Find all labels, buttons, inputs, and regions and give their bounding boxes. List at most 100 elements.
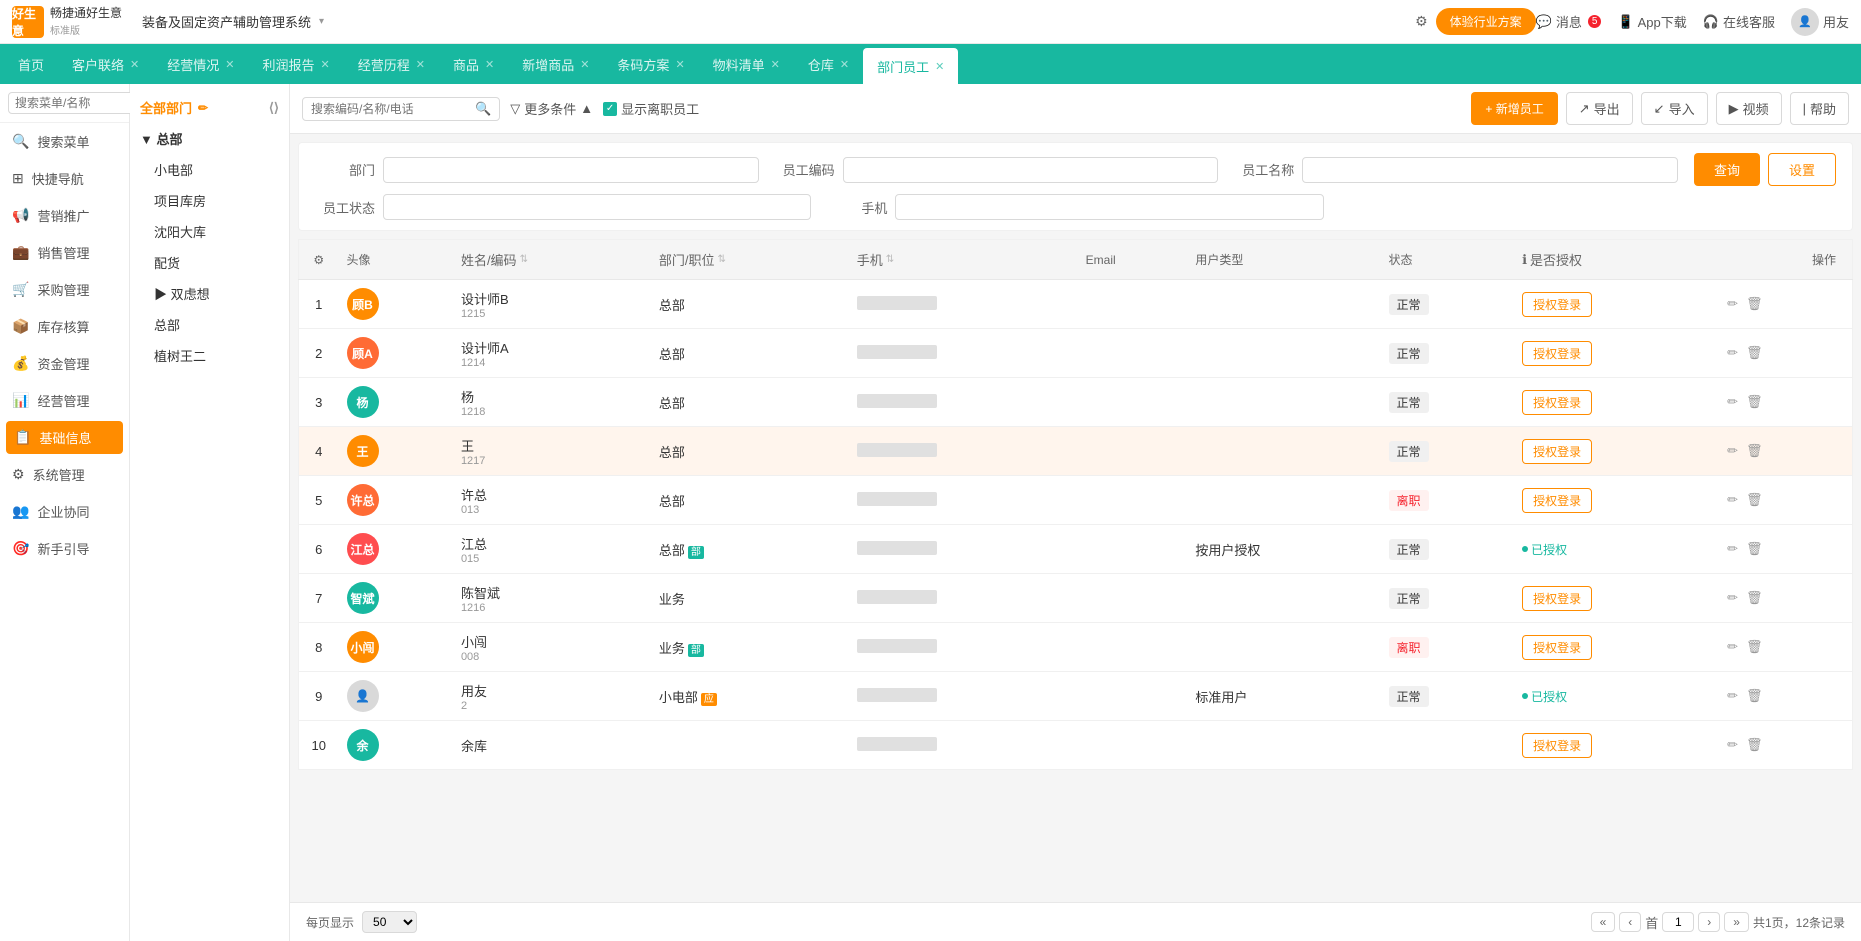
close-icon[interactable]: ✕ (935, 60, 944, 73)
edit-icon[interactable]: ✏ (1727, 492, 1738, 508)
export-button[interactable]: ↗ 导出 (1566, 92, 1633, 125)
auth-button[interactable]: 授权登录 (1522, 635, 1592, 660)
more-filter-btn[interactable]: ▽ 更多条件 ▲ (510, 99, 593, 118)
sidebar-item-purchase[interactable]: 🛒采购管理 (0, 271, 129, 308)
trial-button[interactable]: 体验行业方案 (1436, 8, 1536, 35)
close-icon[interactable]: ✕ (485, 58, 494, 71)
close-icon[interactable]: ✕ (130, 58, 139, 71)
sidebar-item-basic[interactable]: 📋基础信息 (6, 421, 123, 454)
dept-select[interactable] (383, 157, 759, 183)
delete-icon[interactable]: 🗑 (1746, 492, 1763, 508)
tree-item-xiaodian[interactable]: 小电部 (130, 154, 289, 185)
tab-goods[interactable]: 商品✕ (439, 44, 508, 84)
sidebar-item-marketing[interactable]: 📢营销推广 (0, 197, 129, 234)
delete-icon[interactable]: 🗑 (1746, 541, 1763, 557)
app-download-item[interactable]: 📱 App下载 (1617, 12, 1686, 31)
last-page-btn[interactable]: » (1724, 912, 1749, 932)
tab-home[interactable]: 首页 (4, 44, 58, 84)
add-employee-button[interactable]: + 新增员工 (1471, 92, 1557, 125)
col-phone[interactable]: 手机⇅ (849, 240, 1078, 280)
tree-item-shenyang[interactable]: 沈阳大库 (130, 216, 289, 247)
delete-icon[interactable]: 🗑 (1746, 443, 1763, 459)
delete-icon[interactable]: 🗑 (1746, 394, 1763, 410)
dropdown-arrow-icon[interactable]: ▾ (319, 16, 324, 27)
sidebar-item-management[interactable]: 📊经营管理 (0, 382, 129, 419)
edit-icon[interactable]: ✏ (198, 101, 208, 115)
tree-item-root[interactable]: ▼ 总部 (130, 123, 289, 154)
search-submit-icon[interactable]: 🔍 (475, 101, 491, 117)
close-icon[interactable]: ✕ (771, 58, 780, 71)
first-page-btn[interactable]: « (1591, 912, 1616, 932)
tab-employees[interactable]: 部门员工✕ (863, 48, 958, 84)
online-service-item[interactable]: 🎧 在线客服 (1703, 12, 1775, 31)
help-button[interactable]: | 帮助 (1790, 92, 1849, 125)
auth-button[interactable]: 授权登录 (1522, 488, 1592, 513)
tab-operation[interactable]: 经营情况✕ (153, 44, 248, 84)
sidebar-item-inventory[interactable]: 📦库存核算 (0, 308, 129, 345)
user-item[interactable]: 👤 用友 (1791, 8, 1849, 36)
auth-button[interactable]: 授权登录 (1522, 586, 1592, 611)
emp-code-input[interactable] (843, 157, 1219, 183)
collapse-icon[interactable]: ⟨⟩ (269, 100, 279, 116)
delete-icon[interactable]: 🗑 (1746, 296, 1763, 312)
tab-profit[interactable]: 利润报告✕ (248, 44, 343, 84)
close-icon[interactable]: ✕ (675, 58, 684, 71)
phone-input[interactable] (895, 194, 1323, 220)
sidebar-item-finance[interactable]: 💰资金管理 (0, 345, 129, 382)
close-icon[interactable]: ✕ (580, 58, 589, 71)
edit-icon[interactable]: ✏ (1727, 345, 1738, 361)
col-dept[interactable]: 部门/职位⇅ (651, 240, 849, 280)
sidebar-item-nav[interactable]: ⊞快捷导航 (0, 160, 129, 197)
delete-icon[interactable]: 🗑 (1746, 345, 1763, 361)
close-icon[interactable]: ✕ (416, 58, 425, 71)
delete-icon[interactable]: 🗑 (1746, 639, 1763, 655)
close-icon[interactable]: ✕ (321, 58, 330, 71)
auth-button[interactable]: 授权登录 (1522, 292, 1592, 317)
tab-warehouse[interactable]: 仓库✕ (794, 44, 863, 84)
tab-history[interactable]: 经营历程✕ (344, 44, 439, 84)
edit-icon[interactable]: ✏ (1727, 737, 1738, 753)
tab-customer[interactable]: 客户联络✕ (58, 44, 153, 84)
tab-bom[interactable]: 物料清单✕ (699, 44, 794, 84)
auth-button[interactable]: 授权登录 (1522, 341, 1592, 366)
edit-icon[interactable]: ✏ (1727, 590, 1738, 606)
tree-item-project[interactable]: 项目库房 (130, 185, 289, 216)
tab-barcode[interactable]: 条码方案✕ (603, 44, 698, 84)
auth-button[interactable]: 授权登录 (1522, 733, 1592, 758)
close-icon[interactable]: ✕ (225, 58, 234, 71)
tree-item-shuanglv[interactable]: ▶ 双虑想 (130, 278, 289, 309)
edit-icon[interactable]: ✏ (1727, 296, 1738, 312)
auth-button[interactable]: 授权登录 (1522, 439, 1592, 464)
tree-item-zhishu[interactable]: 植树王二 (130, 340, 289, 371)
sidebar-item-search[interactable]: 🔍搜索菜单 (0, 123, 129, 160)
view-button[interactable]: ▶ 视频 (1716, 92, 1782, 125)
show-resign-toggle[interactable]: ✓ 显示离职员工 (603, 99, 699, 118)
edit-icon[interactable]: ✏ (1727, 541, 1738, 557)
emp-status-select[interactable] (383, 194, 811, 220)
tree-item-zongbu[interactable]: 总部 (130, 309, 289, 340)
emp-name-input[interactable] (1302, 157, 1678, 183)
next-page-btn[interactable]: › (1698, 912, 1720, 932)
sidebar-item-system[interactable]: ⚙系统管理 (0, 456, 129, 493)
col-settings[interactable]: ⚙ (299, 240, 339, 280)
message-item[interactable]: 💬 消息 5 (1536, 12, 1602, 31)
edit-icon[interactable]: ✏ (1727, 688, 1738, 704)
sidebar-item-collab[interactable]: 👥企业协同 (0, 493, 129, 530)
delete-icon[interactable]: 🗑 (1746, 737, 1763, 753)
edit-icon[interactable]: ✏ (1727, 443, 1738, 459)
import-button[interactable]: ↙ 导入 (1641, 92, 1708, 125)
page-size-select[interactable]: 50 20 100 (362, 911, 417, 933)
tree-item-peihuo[interactable]: 配货 (130, 247, 289, 278)
delete-icon[interactable]: 🗑 (1746, 590, 1763, 606)
edit-icon[interactable]: ✏ (1727, 394, 1738, 410)
set-button[interactable]: 设置 (1768, 153, 1836, 186)
page-number-input[interactable] (1662, 912, 1694, 932)
auth-button[interactable]: 授权登录 (1522, 390, 1592, 415)
prev-page-btn[interactable]: ‹ (1619, 912, 1641, 932)
close-icon[interactable]: ✕ (840, 58, 849, 71)
sidebar-item-guide[interactable]: 🎯新手引导 (0, 530, 129, 567)
col-name[interactable]: 姓名/编码⇅ (453, 240, 651, 280)
delete-icon[interactable]: 🗑 (1746, 688, 1763, 704)
query-button[interactable]: 查询 (1694, 153, 1760, 186)
tab-new-goods[interactable]: 新增商品✕ (508, 44, 603, 84)
